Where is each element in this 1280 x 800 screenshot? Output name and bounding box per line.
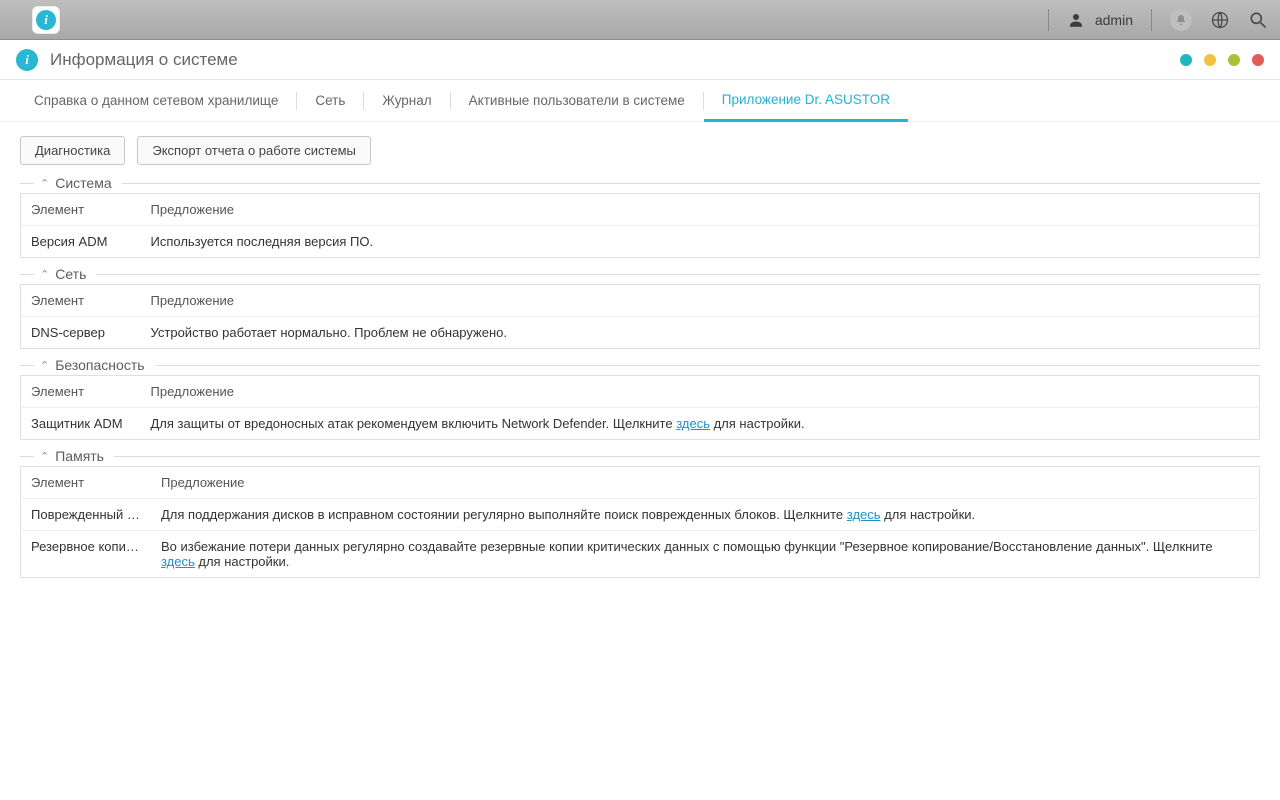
notifications-icon[interactable]: [1170, 9, 1192, 31]
user-icon: [1067, 11, 1085, 29]
table-row: Поврежденный блок Для поддержания дисков…: [21, 499, 1260, 531]
chevron-up-icon: ⌃: [40, 177, 49, 190]
section-memory: ⌃ Память Элемент Предложение Поврежденны…: [20, 448, 1260, 578]
table-row: Резервное копирование Во избежание потер…: [21, 531, 1260, 578]
os-topbar: i admin: [0, 0, 1280, 40]
section-title: Система: [55, 175, 111, 191]
chevron-up-icon: ⌃: [40, 268, 49, 281]
user-menu[interactable]: admin: [1067, 11, 1133, 29]
search-icon[interactable]: [1248, 10, 1268, 30]
separator: [1048, 9, 1049, 31]
region-icon[interactable]: [1210, 10, 1230, 30]
section-title: Сеть: [55, 266, 86, 282]
section-header[interactable]: ⌃ Сеть: [20, 266, 1260, 282]
export-report-button[interactable]: Экспорт отчета о работе системы: [137, 136, 371, 165]
cell-element: DNS-сервер: [21, 317, 141, 349]
tab-dr-asustor[interactable]: Приложение Dr. ASUSTOR: [704, 81, 908, 122]
cell-suggestion: Во избежание потери данных регулярно соз…: [151, 531, 1260, 578]
window-control-minimize[interactable]: [1204, 54, 1216, 66]
tab-active-users[interactable]: Активные пользователи в системе: [451, 80, 703, 121]
security-table: Элемент Предложение Защитник ADM Для защ…: [20, 375, 1260, 440]
section-header[interactable]: ⌃ Безопасность: [20, 357, 1260, 373]
col-element: Элемент: [21, 467, 152, 499]
cell-element: Версия ADM: [21, 226, 141, 258]
tab-bar: Справка о данном сетевом хранилище Сеть …: [0, 80, 1280, 122]
table-row: DNS-сервер Устройство работает нормально…: [21, 317, 1260, 349]
window-controls: [1180, 54, 1264, 66]
cell-suggestion: Для защиты от вредоносных атак рекоменду…: [141, 408, 1260, 440]
cell-suggestion: Для поддержания дисков в исправном состо…: [151, 499, 1260, 531]
section-header[interactable]: ⌃ Система: [20, 175, 1260, 191]
diagnostics-button[interactable]: Диагностика: [20, 136, 125, 165]
cell-element: Защитник ADM: [21, 408, 141, 440]
window-control-maximize[interactable]: [1228, 54, 1240, 66]
col-suggestion: Предложение: [141, 376, 1260, 408]
cell-suggestion: Используется последняя версия ПО.: [141, 226, 1260, 258]
table-header-row: Элемент Предложение: [21, 376, 1260, 408]
window-title: Информация о системе: [50, 50, 238, 70]
col-element: Элемент: [21, 194, 141, 226]
network-table: Элемент Предложение DNS-сервер Устройств…: [20, 284, 1260, 349]
configure-link[interactable]: здесь: [676, 416, 710, 431]
info-icon: i: [16, 49, 38, 71]
section-security: ⌃ Безопасность Элемент Предложение Защит…: [20, 357, 1260, 440]
system-table: Элемент Предложение Версия ADM Используе…: [20, 193, 1260, 258]
tab-log[interactable]: Журнал: [364, 80, 449, 121]
section-title: Память: [55, 448, 104, 464]
cell-element: Поврежденный блок: [21, 499, 152, 531]
content-area: Диагностика Экспорт отчета о работе сист…: [0, 122, 1280, 592]
col-suggestion: Предложение: [141, 285, 1260, 317]
col-element: Элемент: [21, 285, 141, 317]
taskbar-app-icon[interactable]: i: [32, 6, 60, 34]
tab-network[interactable]: Сеть: [297, 80, 363, 121]
table-row: Версия ADM Используется последняя версия…: [21, 226, 1260, 258]
section-network: ⌃ Сеть Элемент Предложение DNS-сервер Ус…: [20, 266, 1260, 349]
col-suggestion: Предложение: [141, 194, 1260, 226]
table-header-row: Элемент Предложение: [21, 467, 1260, 499]
cell-suggestion: Устройство работает нормально. Проблем н…: [141, 317, 1260, 349]
section-system: ⌃ Система Элемент Предложение Версия ADM…: [20, 175, 1260, 258]
configure-link[interactable]: здесь: [161, 554, 195, 569]
chevron-up-icon: ⌃: [40, 450, 49, 463]
memory-table: Элемент Предложение Поврежденный блок Дл…: [20, 466, 1260, 578]
window-control-close[interactable]: [1252, 54, 1264, 66]
window-header: i Информация о системе: [0, 40, 1280, 80]
section-title: Безопасность: [55, 357, 144, 373]
chevron-up-icon: ⌃: [40, 359, 49, 372]
table-row: Защитник ADM Для защиты от вредоносных а…: [21, 408, 1260, 440]
col-suggestion: Предложение: [151, 467, 1260, 499]
col-element: Элемент: [21, 376, 141, 408]
section-header[interactable]: ⌃ Память: [20, 448, 1260, 464]
configure-link[interactable]: здесь: [847, 507, 881, 522]
user-name-label: admin: [1095, 12, 1133, 28]
window-control-help[interactable]: [1180, 54, 1192, 66]
cell-element: Резервное копирование: [21, 531, 152, 578]
system-info-window: i Информация о системе Справка о данном …: [0, 40, 1280, 592]
table-header-row: Элемент Предложение: [21, 285, 1260, 317]
table-header-row: Элемент Предложение: [21, 194, 1260, 226]
tab-about[interactable]: Справка о данном сетевом хранилище: [16, 80, 296, 121]
separator: [1151, 9, 1152, 31]
info-icon: i: [36, 10, 56, 30]
